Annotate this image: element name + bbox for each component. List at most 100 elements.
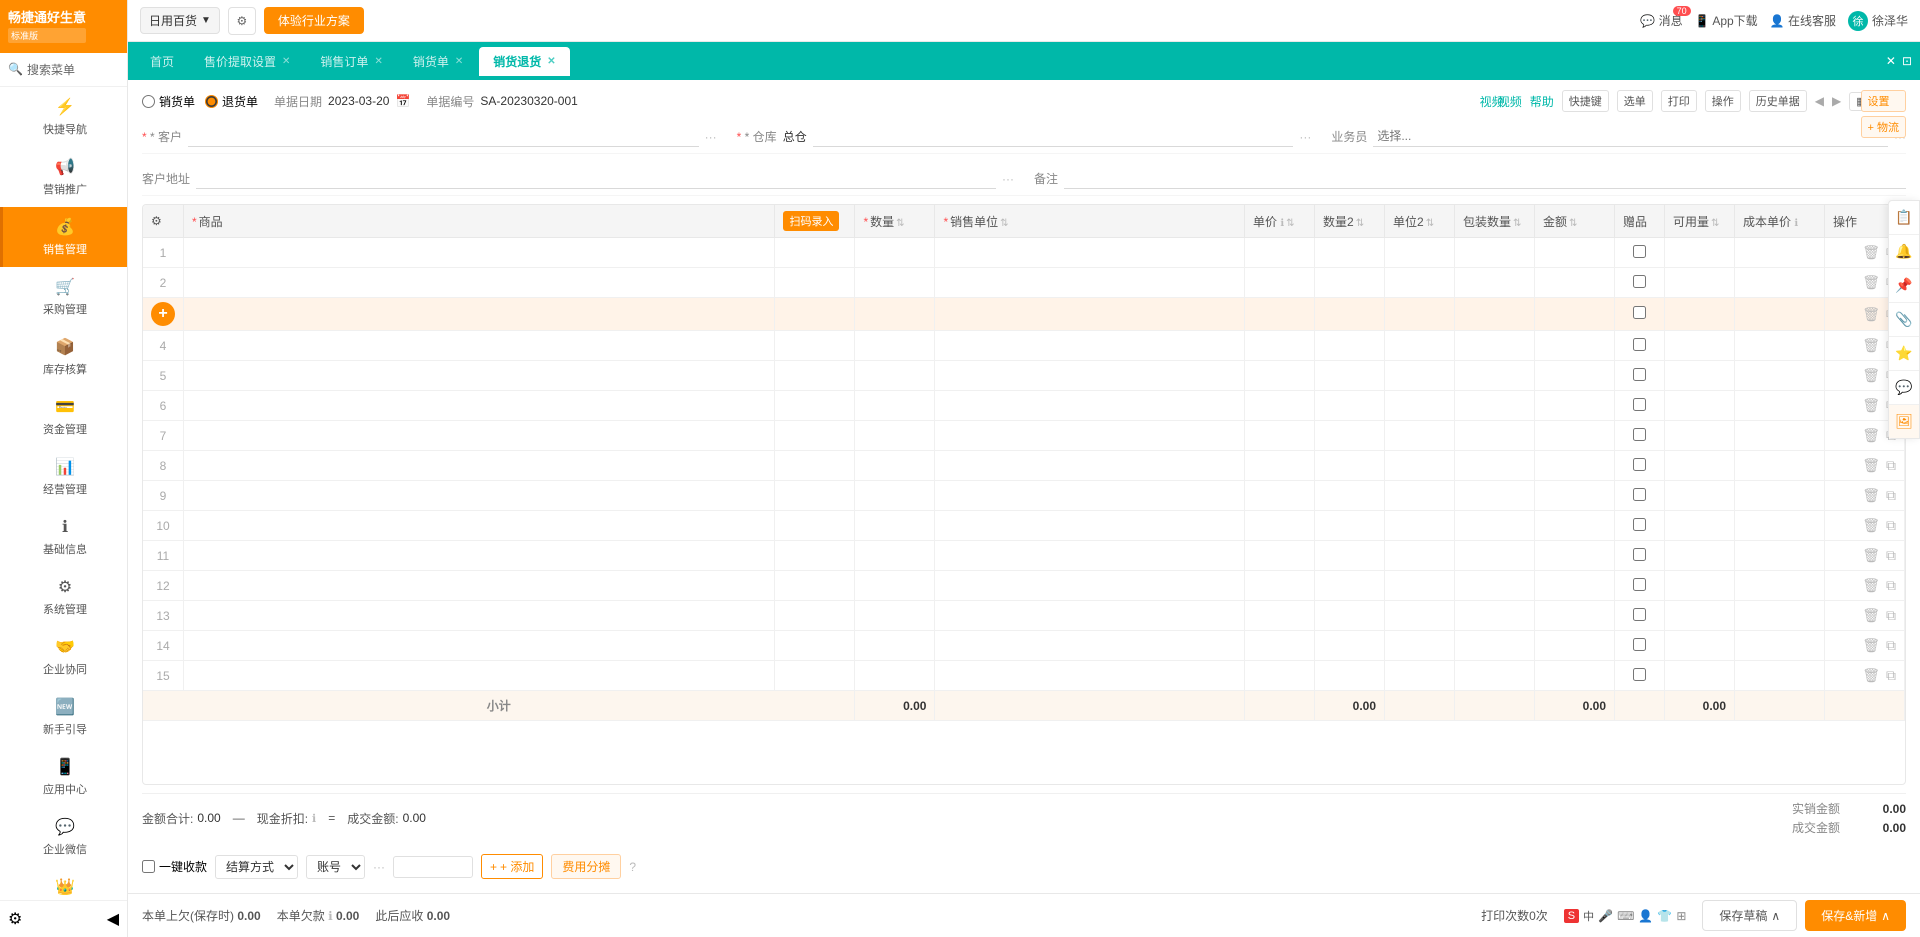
gift-checkbox-6[interactable]: [1633, 398, 1646, 411]
sidebar-item-inventory[interactable]: 📦 库存核算: [0, 327, 127, 387]
packqty-cell-10[interactable]: [1455, 511, 1535, 541]
scan-btn[interactable]: 扫码录入: [783, 211, 839, 231]
gift-checkbox-11[interactable]: [1633, 548, 1646, 561]
unit-cell-5[interactable]: [935, 361, 1245, 391]
qty2-cell-5[interactable]: [1315, 361, 1385, 391]
product-cell-9[interactable]: [184, 481, 775, 511]
delete-row-icon-6[interactable]: 🗑: [1862, 397, 1880, 414]
qty-cell-13[interactable]: [855, 601, 935, 631]
copy-row-icon-8[interactable]: ⧉: [1886, 457, 1896, 474]
price-cell-7[interactable]: [1245, 421, 1315, 451]
price-cell-10[interactable]: [1245, 511, 1315, 541]
video-label[interactable]: 视频: [1498, 93, 1522, 110]
delete-row-icon-13[interactable]: 🗑: [1862, 607, 1880, 624]
note-input[interactable]: [1064, 168, 1906, 189]
product-cell-1[interactable]: [184, 238, 775, 268]
available-cell-7[interactable]: [1665, 421, 1735, 451]
cost-cell-2[interactable]: [1735, 268, 1825, 298]
price-cell-5[interactable]: [1245, 361, 1315, 391]
qty-cell-4[interactable]: [855, 331, 935, 361]
qty2-cell-1[interactable]: [1315, 238, 1385, 268]
unit-cell-4[interactable]: [935, 331, 1245, 361]
amount-cell-11[interactable]: [1535, 541, 1615, 571]
radio-sale[interactable]: 销货单: [142, 93, 195, 110]
gift-checkbox-15[interactable]: [1633, 668, 1646, 681]
price-cell-11[interactable]: [1245, 541, 1315, 571]
sort-available-icon[interactable]: ⇅: [1711, 218, 1719, 229]
qty-cell-3[interactable]: [855, 298, 935, 331]
sort-qty2-icon[interactable]: ⇅: [1356, 218, 1364, 229]
available-cell-2[interactable]: [1665, 268, 1735, 298]
warehouse-input[interactable]: [813, 126, 1294, 147]
amount-cell-2[interactable]: [1535, 268, 1615, 298]
radio-return[interactable]: 退货单: [205, 93, 258, 110]
qty2-cell-3[interactable]: [1315, 298, 1385, 331]
unit-cell-3[interactable]: [935, 298, 1245, 331]
packqty-cell-2[interactable]: [1455, 268, 1535, 298]
gift-cell-2[interactable]: [1615, 268, 1665, 298]
split-btn[interactable]: 费用分摊: [551, 854, 621, 879]
qty2-cell-8[interactable]: [1315, 451, 1385, 481]
unit2-cell-14[interactable]: [1385, 631, 1455, 661]
available-cell-14[interactable]: [1665, 631, 1735, 661]
add-payment-btn[interactable]: + + 添加: [481, 854, 543, 879]
unit2-cell-11[interactable]: [1385, 541, 1455, 571]
gift-cell-6[interactable]: [1615, 391, 1665, 421]
unit-cell-11[interactable]: [935, 541, 1245, 571]
category-select[interactable]: 日用百货 ▼: [140, 7, 220, 34]
radio-sale-input[interactable]: [142, 95, 155, 108]
unit2-cell-15[interactable]: [1385, 661, 1455, 691]
sidebar-search-item[interactable]: 🔍 搜索菜单: [0, 53, 127, 87]
unit-cell-14[interactable]: [935, 631, 1245, 661]
delete-row-icon-14[interactable]: 🗑: [1862, 637, 1880, 654]
rt-item-message[interactable]: 💬: [1889, 371, 1919, 405]
unit-cell-9[interactable]: [935, 481, 1245, 511]
unit2-cell-9[interactable]: [1385, 481, 1455, 511]
sidebar-item-finance[interactable]: 💳 资金管理: [0, 387, 127, 447]
tab-sales-order-close[interactable]: ✕: [374, 56, 382, 67]
sidebar-item-sales[interactable]: 💰 销售管理: [0, 207, 127, 267]
help-link[interactable]: 帮助: [1530, 93, 1554, 110]
qty2-cell-10[interactable]: [1315, 511, 1385, 541]
copy-row-icon-14[interactable]: ⧉: [1886, 637, 1896, 654]
qty-cell-10[interactable]: [855, 511, 935, 541]
warehouse-dots[interactable]: ···: [1299, 130, 1311, 144]
qty-cell-2[interactable]: [855, 268, 935, 298]
sidebar-item-operations[interactable]: 📊 经营管理: [0, 447, 127, 507]
price-cell-2[interactable]: [1245, 268, 1315, 298]
amount-cell-8[interactable]: [1535, 451, 1615, 481]
qty2-cell-13[interactable]: [1315, 601, 1385, 631]
operate-btn[interactable]: 操作: [1705, 90, 1741, 112]
unit2-cell-1[interactable]: [1385, 238, 1455, 268]
qty-cell-5[interactable]: [855, 361, 935, 391]
price-cell-8[interactable]: [1245, 451, 1315, 481]
collapse-icon[interactable]: ◀: [107, 909, 119, 929]
tab-home[interactable]: 首页: [136, 47, 188, 76]
copy-row-icon-9[interactable]: ⧉: [1886, 487, 1896, 504]
amount-cell-5[interactable]: [1535, 361, 1615, 391]
price-cell-15[interactable]: [1245, 661, 1315, 691]
packqty-cell-1[interactable]: [1455, 238, 1535, 268]
packqty-cell-3[interactable]: [1455, 298, 1535, 331]
unit-cell-2[interactable]: [935, 268, 1245, 298]
sort-qty-icon[interactable]: ⇅: [896, 218, 904, 229]
gift-cell-1[interactable]: [1615, 238, 1665, 268]
sort-unit-icon[interactable]: ⇅: [1000, 218, 1008, 229]
unit2-cell-12[interactable]: [1385, 571, 1455, 601]
copy-row-icon-12[interactable]: ⧉: [1886, 577, 1896, 594]
online-service-btn[interactable]: 👤 在线客服: [1770, 12, 1836, 29]
unit2-cell-6[interactable]: [1385, 391, 1455, 421]
available-cell-6[interactable]: [1665, 391, 1735, 421]
logistics-btn[interactable]: + 物流: [1861, 116, 1906, 138]
qty-cell-1[interactable]: [855, 238, 935, 268]
qty-cell-9[interactable]: [855, 481, 935, 511]
account-dots[interactable]: ···: [373, 860, 385, 874]
save-draft-btn[interactable]: 保存草稿 ∧: [1702, 900, 1797, 931]
gift-cell-5[interactable]: [1615, 361, 1665, 391]
amount-cell-10[interactable]: [1535, 511, 1615, 541]
sidebar-item-marketing[interactable]: 📢 营销推广: [0, 147, 127, 207]
delete-row-icon-4[interactable]: 🗑: [1862, 337, 1880, 354]
qty-cell-11[interactable]: [855, 541, 935, 571]
gift-checkbox-14[interactable]: [1633, 638, 1646, 651]
cost-cell-3[interactable]: [1735, 298, 1825, 331]
